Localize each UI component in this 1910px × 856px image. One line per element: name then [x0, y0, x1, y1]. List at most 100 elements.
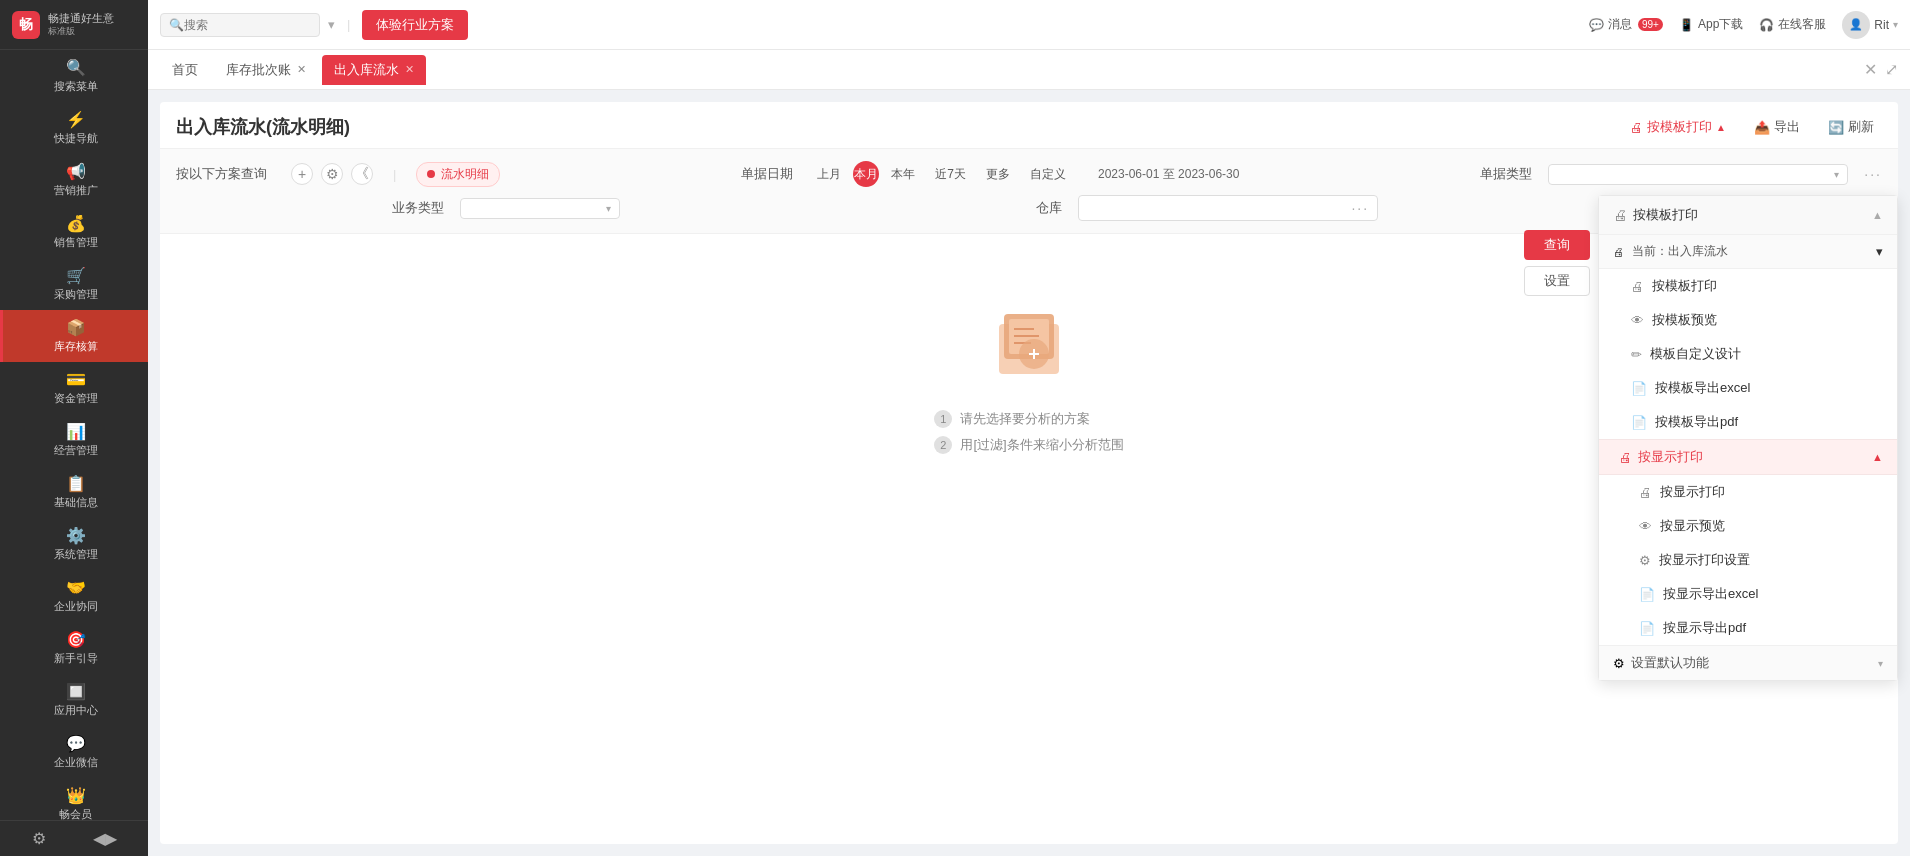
- step-2-text: 用[过滤]条件来缩小分析范围: [960, 436, 1123, 454]
- doc-type-select[interactable]: ▾: [1548, 164, 1848, 185]
- sidebar-label-quick-nav: 快捷导航: [54, 131, 98, 146]
- sidebar-label-guide: 新手引导: [54, 651, 98, 666]
- footer-arrow-icon: ▾: [1878, 658, 1883, 669]
- display-preview-icon: 👁: [1639, 519, 1652, 534]
- user-profile[interactable]: 👤 Rit ▾: [1842, 11, 1898, 39]
- tab-flow-label: 出入库流水: [334, 61, 399, 79]
- sidebar-item-guide[interactable]: 🎯 新手引导: [0, 622, 148, 674]
- chip-this-year[interactable]: 本年: [883, 163, 923, 186]
- wechat-icon: 💬: [66, 734, 86, 753]
- search-bar[interactable]: 🔍: [160, 13, 320, 37]
- tab-batch-close-icon[interactable]: ✕: [297, 63, 306, 76]
- online-service-action[interactable]: 🎧 在线客服: [1759, 16, 1826, 33]
- sidebar-item-vip[interactable]: 👑 畅会员: [0, 778, 148, 820]
- collab-icon: 🤝: [66, 578, 86, 597]
- warehouse-more-icon[interactable]: ···: [1351, 200, 1369, 216]
- warehouse-select[interactable]: ···: [1078, 195, 1378, 221]
- header-right: 💬 消息 99+ 📱 App下载 🎧 在线客服 👤 Rit ▾: [1589, 11, 1898, 39]
- tab-batch[interactable]: 库存批次账 ✕: [214, 55, 318, 85]
- sidebar-item-sales[interactable]: 💰 销售管理: [0, 206, 148, 258]
- sidebar-item-basic[interactable]: 📋 基础信息: [0, 466, 148, 518]
- dropdown-display-settings[interactable]: ⚙ 按显示打印设置: [1599, 543, 1897, 577]
- settings-button[interactable]: 设置: [1524, 266, 1590, 296]
- headset-icon: 🎧: [1759, 18, 1774, 32]
- doc-type-more-icon[interactable]: ···: [1864, 166, 1882, 182]
- date-chips: 上月 本月 本年 近7天 更多 自定义: [809, 161, 1074, 187]
- header-dropdown-icon[interactable]: ▾: [328, 17, 335, 32]
- display-print-icon: 🖨: [1639, 485, 1652, 500]
- dropdown-display-section[interactable]: 🖨 按显示打印 ▲: [1599, 439, 1897, 475]
- dropdown-footer[interactable]: ⚙ 设置默认功能 ▾: [1599, 645, 1897, 680]
- export-icon: 📤: [1754, 120, 1770, 135]
- system-icon: ⚙️: [66, 526, 86, 545]
- sidebar-item-operations[interactable]: 📊 经营管理: [0, 414, 148, 466]
- dropdown-display-print[interactable]: 🖨 按显示打印: [1599, 475, 1897, 509]
- dropdown-template-excel[interactable]: 📄 按模板导出excel: [1599, 371, 1897, 405]
- display-excel-label: 按显示导出excel: [1663, 585, 1758, 603]
- dropdown-template-custom[interactable]: ✏ 模板自定义设计: [1599, 337, 1897, 371]
- print-template-label: 按模板打印: [1647, 118, 1712, 136]
- tab-flow[interactable]: 出入库流水 ✕: [322, 55, 426, 85]
- export-button[interactable]: 📤 导出: [1746, 114, 1808, 140]
- sidebar-label-finance: 资金管理: [54, 391, 98, 406]
- sidebar-bottom: ⚙ ◀▶: [0, 820, 148, 856]
- dropdown-display-excel[interactable]: 📄 按显示导出excel: [1599, 577, 1897, 611]
- tab-flow-close-icon[interactable]: ✕: [405, 63, 414, 76]
- sidebar-item-inventory[interactable]: 📦 库存核算: [0, 310, 148, 362]
- filter-collapse-button[interactable]: 《: [351, 163, 373, 185]
- sidebar-item-marketing[interactable]: 📢 营销推广: [0, 154, 148, 206]
- dropdown-current-item[interactable]: 🖨 当前：出入库流水 ▾: [1599, 235, 1897, 269]
- chip-more[interactable]: 更多: [978, 163, 1018, 186]
- chip-last-month[interactable]: 上月: [809, 163, 849, 186]
- header-left: 🔍 ▾ | 体验行业方案: [160, 10, 468, 40]
- sidebar-item-finance[interactable]: 💳 资金管理: [0, 362, 148, 414]
- main-area: 🔍 ▾ | 体验行业方案 💬 消息 99+ 📱 App下载 🎧 在线客服: [148, 0, 1910, 856]
- sidebar-item-apps[interactable]: 🔲 应用中心: [0, 674, 148, 726]
- dropdown-template-pdf[interactable]: 📄 按模板导出pdf: [1599, 405, 1897, 439]
- template-pdf-label: 按模板导出pdf: [1655, 413, 1738, 431]
- search-input[interactable]: [184, 18, 304, 32]
- sidebar-item-collab[interactable]: 🤝 企业协同: [0, 570, 148, 622]
- collapse-sidebar-icon[interactable]: ◀▶: [93, 829, 117, 848]
- app-logo-icon: 畅: [12, 11, 40, 39]
- sidebar-item-wechat[interactable]: 💬 企业微信: [0, 726, 148, 778]
- dropdown-display-pdf[interactable]: 📄 按显示导出pdf: [1599, 611, 1897, 645]
- doc-type-caret-icon: ▾: [1834, 169, 1839, 180]
- sidebar-item-system[interactable]: ⚙️ 系统管理: [0, 518, 148, 570]
- sidebar-item-purchase[interactable]: 🛒 采购管理: [0, 258, 148, 310]
- close-window-icon[interactable]: ✕: [1864, 60, 1877, 79]
- export-label: 导出: [1774, 118, 1800, 136]
- filter-flow-tag[interactable]: 流水明细: [416, 162, 500, 187]
- query-button[interactable]: 查询: [1524, 230, 1590, 260]
- dropdown-template-preview[interactable]: 👁 按模板预览: [1599, 303, 1897, 337]
- refresh-button[interactable]: 🔄 刷新: [1820, 114, 1882, 140]
- print-template-button[interactable]: 🖨 按模板打印 ▲: [1622, 114, 1734, 140]
- settings-bottom-icon[interactable]: ⚙: [32, 829, 46, 848]
- filter-settings-button[interactable]: ⚙: [321, 163, 343, 185]
- chip-7days[interactable]: 近7天: [927, 163, 974, 186]
- query-settings-area: 查询 设置: [1524, 230, 1590, 296]
- footer-label: 设置默认功能: [1631, 654, 1709, 672]
- tab-home[interactable]: 首页: [160, 55, 210, 85]
- dropdown-collapse-icon[interactable]: ▲: [1872, 209, 1883, 221]
- brand-name: 畅捷通好生意: [48, 11, 114, 25]
- brand-sub: 标准版: [48, 25, 114, 38]
- chip-custom[interactable]: 自定义: [1022, 163, 1074, 186]
- filter-add-button[interactable]: +: [291, 163, 313, 185]
- sidebar-item-search[interactable]: 🔍 搜索菜单: [0, 50, 148, 102]
- step-1-number: 1: [934, 410, 952, 428]
- template-print-label: 按模板打印: [1652, 277, 1717, 295]
- chip-this-month[interactable]: 本月: [853, 161, 879, 187]
- footer-content: ⚙ 设置默认功能: [1613, 654, 1709, 672]
- display-section-arrow-icon: ▲: [1872, 451, 1883, 463]
- message-action[interactable]: 💬 消息 99+: [1589, 16, 1663, 33]
- maximize-window-icon[interactable]: ⤢: [1885, 60, 1898, 79]
- dropdown-template-print[interactable]: 🖨 按模板打印: [1599, 269, 1897, 303]
- app-download-action[interactable]: 📱 App下载: [1679, 16, 1743, 33]
- dropdown-display-preview[interactable]: 👁 按显示预览: [1599, 509, 1897, 543]
- sidebar-label-search: 搜索菜单: [54, 79, 98, 94]
- message-badge: 99+: [1638, 18, 1663, 31]
- business-type-select[interactable]: ▾: [460, 198, 620, 219]
- sidebar-item-quick-nav[interactable]: ⚡ 快捷导航: [0, 102, 148, 154]
- industry-solution-button[interactable]: 体验行业方案: [362, 10, 468, 40]
